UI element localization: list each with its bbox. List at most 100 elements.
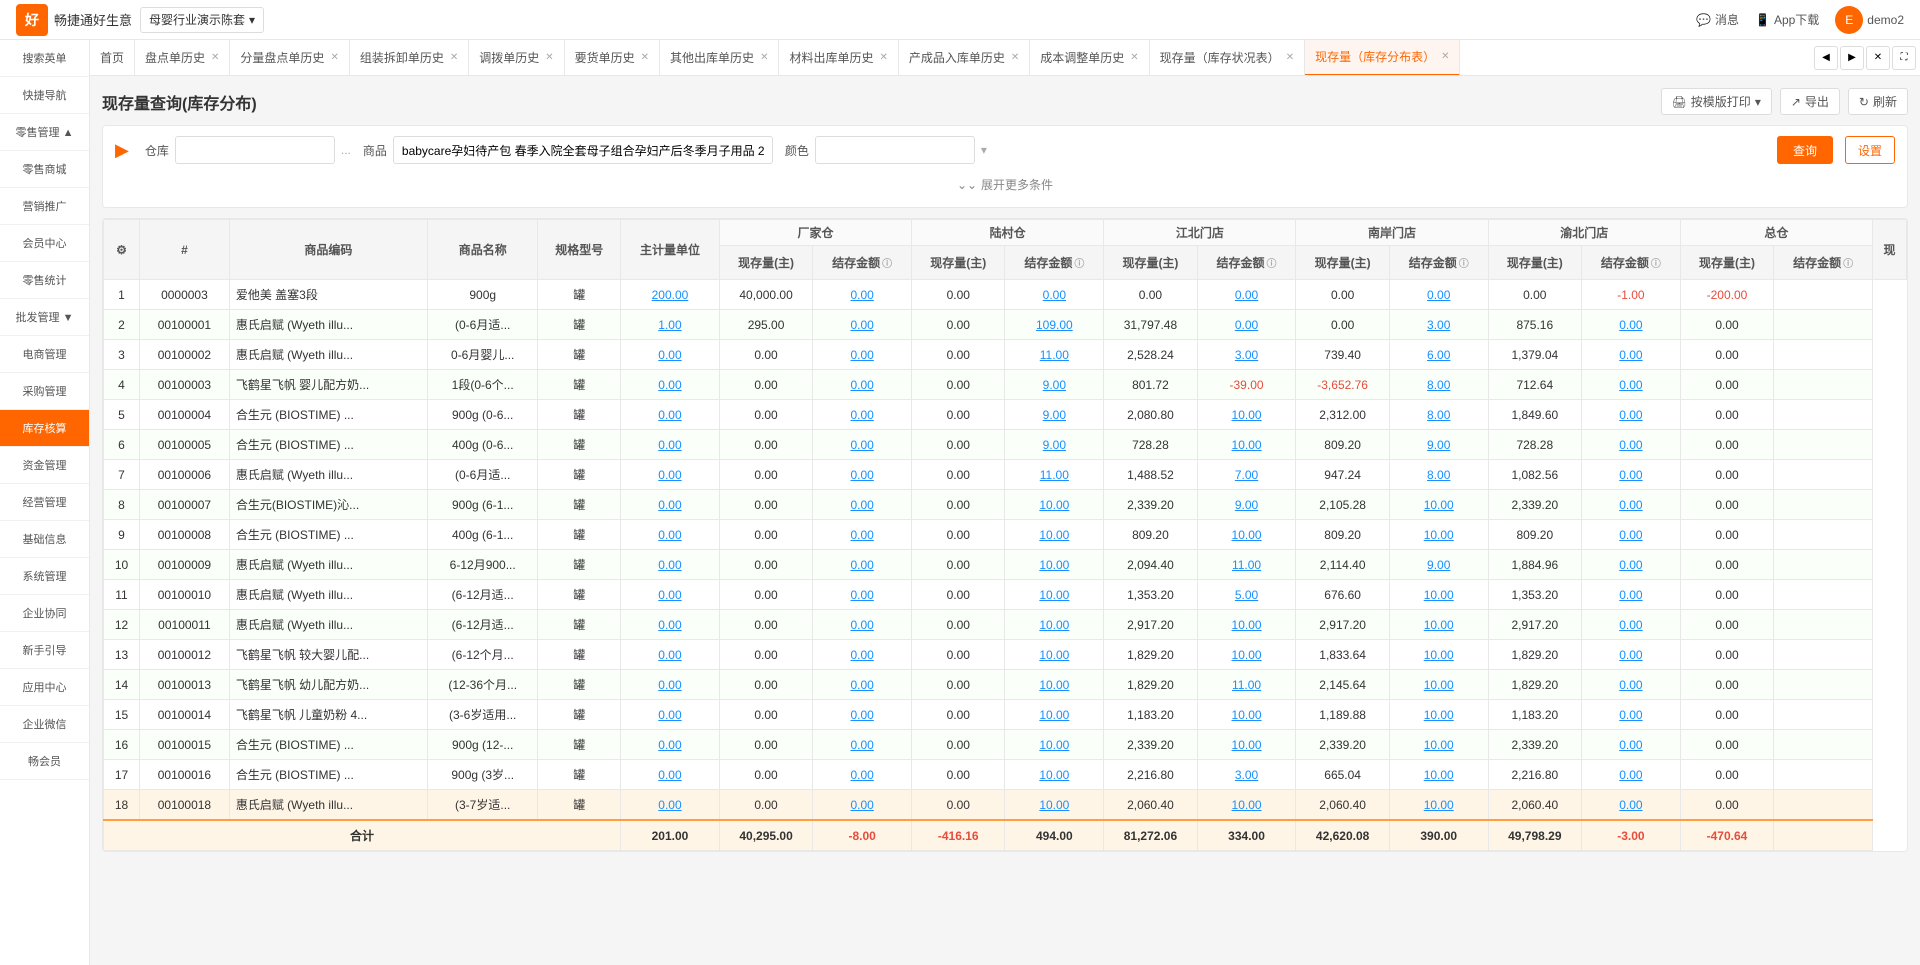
table-row-lc-qty[interactable]: 0.00: [813, 550, 912, 580]
sidebar-item-guide[interactable]: 新手引导: [0, 632, 89, 669]
table-row-lc-qty[interactable]: 0.00: [813, 340, 912, 370]
table-row-fc-qty[interactable]: 1.00: [621, 310, 720, 340]
table-row-jb-qty[interactable]: 10.00: [1005, 640, 1104, 670]
table-row-total-qty[interactable]: 0.00: [1582, 670, 1681, 700]
sidebar-item-quicknav[interactable]: 快捷导航: [0, 77, 89, 114]
tab-close-icon[interactable]: ✕: [330, 52, 338, 63]
tab-request-history[interactable]: 要货单历史✕: [565, 40, 660, 76]
table-row-total-qty[interactable]: 0.00: [1582, 610, 1681, 640]
table-row-na-qty[interactable]: 11.00: [1197, 550, 1296, 580]
export-btn[interactable]: ↗ 导出: [1780, 88, 1840, 115]
query-btn[interactable]: 查询: [1777, 136, 1833, 164]
sidebar-item-search[interactable]: 搜索英单: [0, 40, 89, 77]
table-row-fc-qty[interactable]: 0.00: [621, 520, 720, 550]
table-row-yb-qty[interactable]: 10.00: [1389, 790, 1488, 821]
warehouse-input[interactable]: [175, 136, 335, 164]
settings-btn[interactable]: 设置: [1845, 136, 1895, 164]
table-row-na-qty[interactable]: 0.00: [1197, 310, 1296, 340]
tab-partial-check-history[interactable]: 分量盘点单历史✕: [230, 40, 349, 76]
tab-inventory-check-history[interactable]: 盘点单历史✕: [135, 40, 230, 76]
table-row-fc-qty[interactable]: 0.00: [621, 490, 720, 520]
tab-close-icon[interactable]: ✕: [1286, 52, 1294, 63]
table-row-jb-qty[interactable]: 10.00: [1005, 490, 1104, 520]
table-row-total-qty[interactable]: 0.00: [1582, 400, 1681, 430]
table-row-fc-qty[interactable]: 0.00: [621, 550, 720, 580]
tab-close-all-btn[interactable]: ✕: [1866, 46, 1890, 70]
goods-input[interactable]: [393, 136, 773, 164]
tab-close-icon[interactable]: ✕: [1441, 51, 1449, 62]
sidebar-item-finance[interactable]: 资金管理: [0, 447, 89, 484]
table-row-na-qty[interactable]: 11.00: [1197, 670, 1296, 700]
table-row-na-qty[interactable]: 10.00: [1197, 640, 1296, 670]
table-row-yb-qty[interactable]: 10.00: [1389, 760, 1488, 790]
sidebar-item-collab[interactable]: 企业协同: [0, 595, 89, 632]
color-input[interactable]: [815, 136, 975, 164]
table-row-total-qty[interactable]: 0.00: [1582, 370, 1681, 400]
table-row-lc-qty[interactable]: 0.00: [813, 640, 912, 670]
table-row-fc-qty[interactable]: 0.00: [621, 400, 720, 430]
table-row-yb-qty[interactable]: 9.00: [1389, 550, 1488, 580]
table-row-total-qty[interactable]: 0.00: [1582, 550, 1681, 580]
sidebar-item-operation[interactable]: 经营管理: [0, 484, 89, 521]
table-row-yb-qty[interactable]: 6.00: [1389, 340, 1488, 370]
table-row-lc-qty[interactable]: 0.00: [813, 520, 912, 550]
table-row-lc-qty[interactable]: 0.00: [813, 400, 912, 430]
table-row-total-qty[interactable]: 0.00: [1582, 730, 1681, 760]
table-row-fc-qty[interactable]: 0.00: [621, 610, 720, 640]
tab-prev-btn[interactable]: ◀: [1814, 46, 1838, 70]
warehouse-more-btn[interactable]: ...: [341, 143, 351, 157]
sidebar-item-purchase[interactable]: 采购管理: [0, 373, 89, 410]
table-row-total-qty[interactable]: 0.00: [1582, 700, 1681, 730]
sidebar-item-ecommerce[interactable]: 电商管理: [0, 336, 89, 373]
table-row-yb-qty[interactable]: 10.00: [1389, 580, 1488, 610]
table-row-total-qty[interactable]: 0.00: [1582, 460, 1681, 490]
tab-cost-adjust[interactable]: 成本调整单历史✕: [1030, 40, 1149, 76]
yb-amt-info[interactable]: ⓘ: [1651, 259, 1661, 270]
table-row-jb-qty[interactable]: 10.00: [1005, 670, 1104, 700]
tab-close-icon[interactable]: ✕: [879, 52, 887, 63]
table-row-na-qty[interactable]: 3.00: [1197, 340, 1296, 370]
sidebar-item-retail-stats[interactable]: 零售统计: [0, 262, 89, 299]
table-row-lc-qty[interactable]: 0.00: [813, 730, 912, 760]
table-row-yb-qty[interactable]: 0.00: [1389, 280, 1488, 310]
table-row-jb-qty[interactable]: 10.00: [1005, 790, 1104, 821]
sidebar-item-marketing[interactable]: 营销推广: [0, 188, 89, 225]
user-area[interactable]: E demo2: [1835, 6, 1904, 34]
table-row-na-qty[interactable]: 5.00: [1197, 580, 1296, 610]
table-row-fc-qty[interactable]: 0.00: [621, 760, 720, 790]
table-row-na-qty[interactable]: 10.00: [1197, 610, 1296, 640]
table-row-lc-qty[interactable]: 0.00: [813, 610, 912, 640]
tab-next-btn[interactable]: ▶: [1840, 46, 1864, 70]
table-row-yb-qty[interactable]: 10.00: [1389, 670, 1488, 700]
sidebar-item-member[interactable]: 会员中心: [0, 225, 89, 262]
table-row-fc-qty[interactable]: 0.00: [621, 430, 720, 460]
table-row-jb-qty[interactable]: 9.00: [1005, 400, 1104, 430]
table-row-yb-qty[interactable]: 3.00: [1389, 310, 1488, 340]
table-row-lc-qty[interactable]: 0.00: [813, 310, 912, 340]
tab-close-icon[interactable]: ✕: [450, 52, 458, 63]
tab-inventory-distribution[interactable]: 现存量（库存分布表）✕: [1305, 40, 1460, 76]
na-amt-info[interactable]: ⓘ: [1459, 259, 1469, 270]
table-row-jb-qty[interactable]: 11.00: [1005, 460, 1104, 490]
app-download-btn[interactable]: 📱 App下载: [1755, 11, 1819, 28]
table-row-na-qty[interactable]: 10.00: [1197, 430, 1296, 460]
sidebar-item-appcenter[interactable]: 应用中心: [0, 669, 89, 706]
table-row-total-qty[interactable]: -1.00: [1582, 280, 1681, 310]
tab-close-icon[interactable]: ✕: [760, 52, 768, 63]
tab-close-icon[interactable]: ✕: [545, 52, 553, 63]
expand-conditions-btn[interactable]: ⌄⌄ 展开更多条件: [949, 172, 1061, 197]
table-row-yb-qty[interactable]: 10.00: [1389, 490, 1488, 520]
table-row-fc-qty[interactable]: 200.00: [621, 280, 720, 310]
table-row-total-qty[interactable]: 0.00: [1582, 520, 1681, 550]
table-row-yb-qty[interactable]: 8.00: [1389, 460, 1488, 490]
table-row-yb-qty[interactable]: 8.00: [1389, 400, 1488, 430]
table-row-lc-qty[interactable]: 0.00: [813, 790, 912, 821]
sidebar-item-retail-mgmt[interactable]: 零售管理 ▲: [0, 114, 89, 151]
table-row-na-qty[interactable]: 10.00: [1197, 400, 1296, 430]
table-row-jb-qty[interactable]: 9.00: [1005, 430, 1104, 460]
table-row-yb-qty[interactable]: 9.00: [1389, 430, 1488, 460]
tab-home[interactable]: 首页: [90, 40, 135, 76]
table-row-jb-qty[interactable]: 0.00: [1005, 280, 1104, 310]
table-row-total-qty[interactable]: 0.00: [1582, 310, 1681, 340]
tab-transfer-history[interactable]: 调拨单历史✕: [469, 40, 564, 76]
